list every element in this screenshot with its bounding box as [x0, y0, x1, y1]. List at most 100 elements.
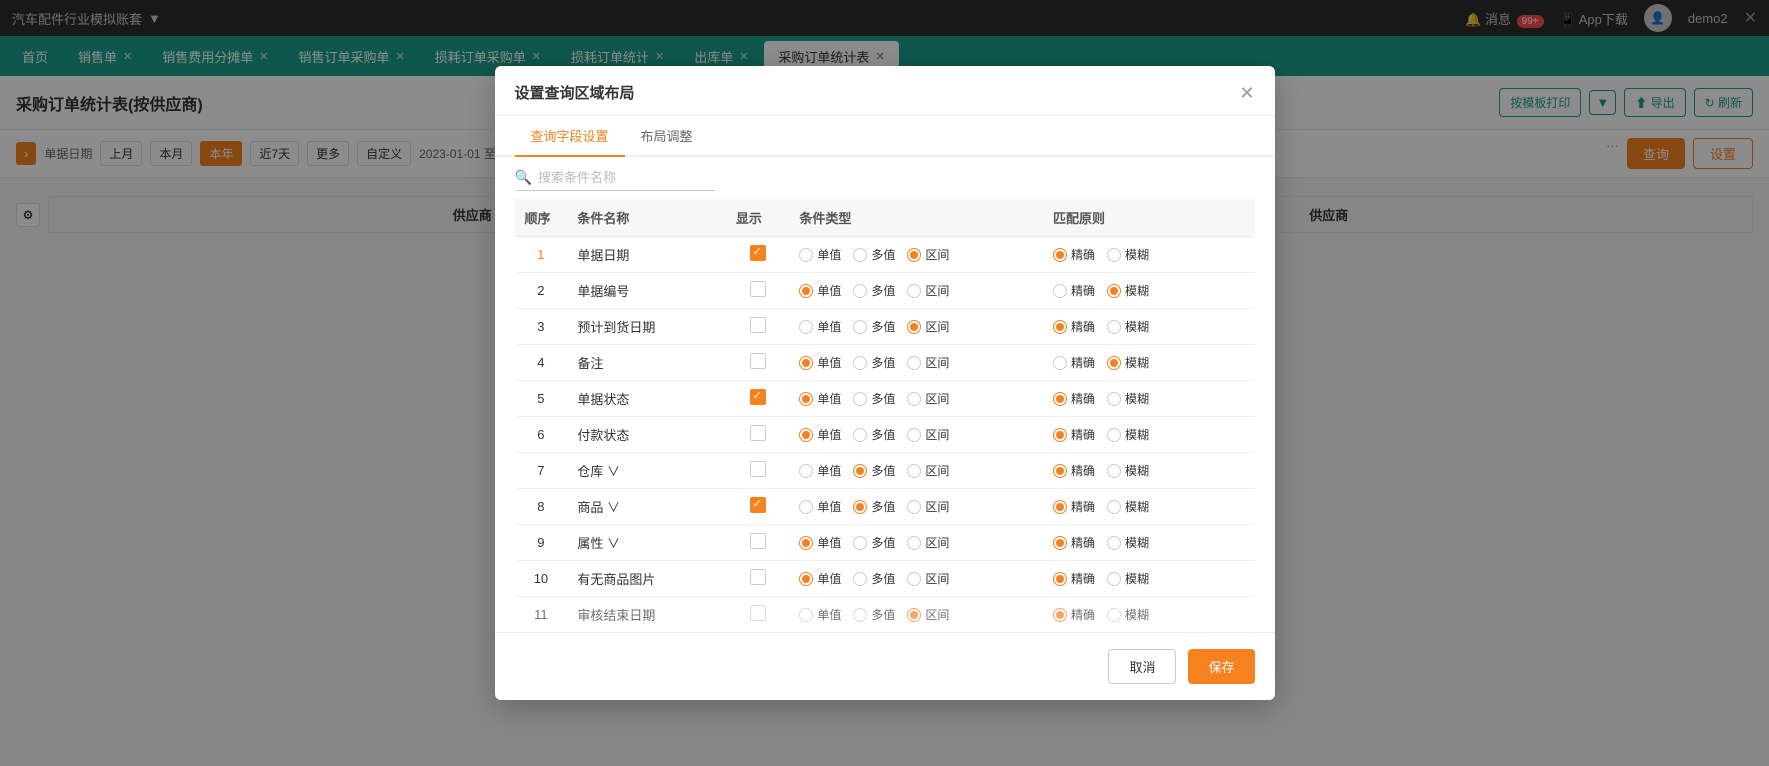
radio-label: 多值	[871, 426, 895, 443]
type-option-区间[interactable]: 区间	[907, 426, 949, 443]
cell-show[interactable]	[726, 561, 789, 597]
match-option-精确[interactable]: 精确	[1053, 354, 1095, 371]
match-option-模糊[interactable]: 模糊	[1107, 246, 1149, 263]
show-checkbox[interactable]	[750, 605, 766, 621]
type-option-区间[interactable]: 区间	[907, 606, 949, 623]
cell-match: 精确模糊	[1043, 309, 1254, 345]
type-option-多值[interactable]: 多值	[853, 498, 895, 515]
type-option-多值[interactable]: 多值	[853, 354, 895, 371]
type-option-多值[interactable]: 多值	[853, 426, 895, 443]
tab-layout[interactable]: 布局调整	[625, 116, 709, 157]
search-input[interactable]	[538, 170, 715, 185]
type-option-区间[interactable]: 区间	[907, 498, 949, 515]
match-option-精确[interactable]: 精确	[1053, 498, 1095, 515]
type-option-多值[interactable]: 多值	[853, 534, 895, 551]
match-option-模糊[interactable]: 模糊	[1107, 426, 1149, 443]
match-option-模糊[interactable]: 模糊	[1107, 534, 1149, 551]
type-option-单值[interactable]: 单值	[799, 390, 841, 407]
type-option-单值[interactable]: 单值	[799, 246, 841, 263]
radio-label: 单值	[817, 246, 841, 263]
type-option-单值[interactable]: 单值	[799, 498, 841, 515]
show-checkbox[interactable]	[750, 317, 766, 333]
radio-label: 精确	[1071, 426, 1095, 443]
show-checkbox[interactable]	[750, 425, 766, 441]
type-option-单值[interactable]: 单值	[799, 354, 841, 371]
type-option-多值[interactable]: 多值	[853, 282, 895, 299]
cell-show[interactable]	[726, 489, 789, 525]
type-option-单值[interactable]: 单值	[799, 462, 841, 479]
cell-show[interactable]	[726, 237, 789, 273]
type-option-多值[interactable]: 多值	[853, 462, 895, 479]
modal-close-button[interactable]: ✕	[1239, 84, 1254, 102]
type-option-单值[interactable]: 单值	[799, 534, 841, 551]
match-option-精确[interactable]: 精确	[1053, 570, 1095, 587]
radio-label: 区间	[925, 462, 949, 479]
match-option-精确[interactable]: 精确	[1053, 426, 1095, 443]
tab-query-fields[interactable]: 查询字段设置	[515, 116, 625, 157]
type-option-多值[interactable]: 多值	[853, 318, 895, 335]
match-option-模糊[interactable]: 模糊	[1107, 354, 1149, 371]
match-option-模糊[interactable]: 模糊	[1107, 498, 1149, 515]
type-option-区间[interactable]: 区间	[907, 534, 949, 551]
cell-show[interactable]	[726, 309, 789, 345]
type-option-区间[interactable]: 区间	[907, 462, 949, 479]
table-row: 1单据日期单值多值区间精确模糊	[515, 237, 1255, 273]
cell-show[interactable]	[726, 453, 789, 489]
show-checkbox[interactable]	[750, 353, 766, 369]
cell-order: 8	[515, 489, 568, 525]
type-option-多值[interactable]: 多值	[853, 390, 895, 407]
cell-show[interactable]	[726, 381, 789, 417]
radio-circle	[907, 320, 921, 334]
type-option-多值[interactable]: 多值	[853, 246, 895, 263]
show-checkbox[interactable]	[750, 281, 766, 297]
type-option-单值[interactable]: 单值	[799, 426, 841, 443]
radio-label: 多值	[871, 390, 895, 407]
type-option-区间[interactable]: 区间	[907, 246, 949, 263]
match-option-精确[interactable]: 精确	[1053, 282, 1095, 299]
type-option-区间[interactable]: 区间	[907, 282, 949, 299]
type-option-单值[interactable]: 单值	[799, 606, 841, 623]
type-option-多值[interactable]: 多值	[853, 606, 895, 623]
match-option-模糊[interactable]: 模糊	[1107, 390, 1149, 407]
match-option-模糊[interactable]: 模糊	[1107, 318, 1149, 335]
radio-label: 多值	[871, 354, 895, 371]
show-checkbox[interactable]	[750, 533, 766, 549]
search-icon: 🔍	[515, 169, 532, 186]
match-option-模糊[interactable]: 模糊	[1107, 462, 1149, 479]
type-option-单值[interactable]: 单值	[799, 570, 841, 587]
type-option-单值[interactable]: 单值	[799, 282, 841, 299]
cell-show[interactable]	[726, 597, 789, 633]
show-checkbox[interactable]	[750, 497, 766, 513]
save-button[interactable]: 保存	[1188, 649, 1254, 684]
cell-name: 商品 ∨	[567, 489, 726, 525]
match-option-精确[interactable]: 精确	[1053, 462, 1095, 479]
match-option-精确[interactable]: 精确	[1053, 534, 1095, 551]
match-option-模糊[interactable]: 模糊	[1107, 570, 1149, 587]
match-option-精确[interactable]: 精确	[1053, 246, 1095, 263]
type-option-区间[interactable]: 区间	[907, 354, 949, 371]
show-checkbox[interactable]	[750, 461, 766, 477]
match-option-精确[interactable]: 精确	[1053, 318, 1095, 335]
radio-circle	[1107, 464, 1121, 478]
match-option-模糊[interactable]: 模糊	[1107, 606, 1149, 623]
cell-show[interactable]	[726, 273, 789, 309]
show-checkbox[interactable]	[750, 245, 766, 261]
cell-show[interactable]	[726, 525, 789, 561]
cell-show[interactable]	[726, 417, 789, 453]
show-checkbox[interactable]	[750, 389, 766, 405]
type-option-区间[interactable]: 区间	[907, 318, 949, 335]
type-option-区间[interactable]: 区间	[907, 390, 949, 407]
show-checkbox[interactable]	[750, 569, 766, 585]
cell-match: 精确模糊	[1043, 273, 1254, 309]
cancel-button[interactable]: 取消	[1108, 649, 1176, 684]
match-option-精确[interactable]: 精确	[1053, 606, 1095, 623]
type-option-多值[interactable]: 多值	[853, 570, 895, 587]
radio-label: 多值	[871, 462, 895, 479]
type-option-区间[interactable]: 区间	[907, 570, 949, 587]
cell-show[interactable]	[726, 345, 789, 381]
type-option-单值[interactable]: 单值	[799, 318, 841, 335]
cell-name: 属性 ∨	[567, 525, 726, 561]
match-option-精确[interactable]: 精确	[1053, 390, 1095, 407]
match-option-模糊[interactable]: 模糊	[1107, 282, 1149, 299]
radio-circle	[799, 356, 813, 370]
